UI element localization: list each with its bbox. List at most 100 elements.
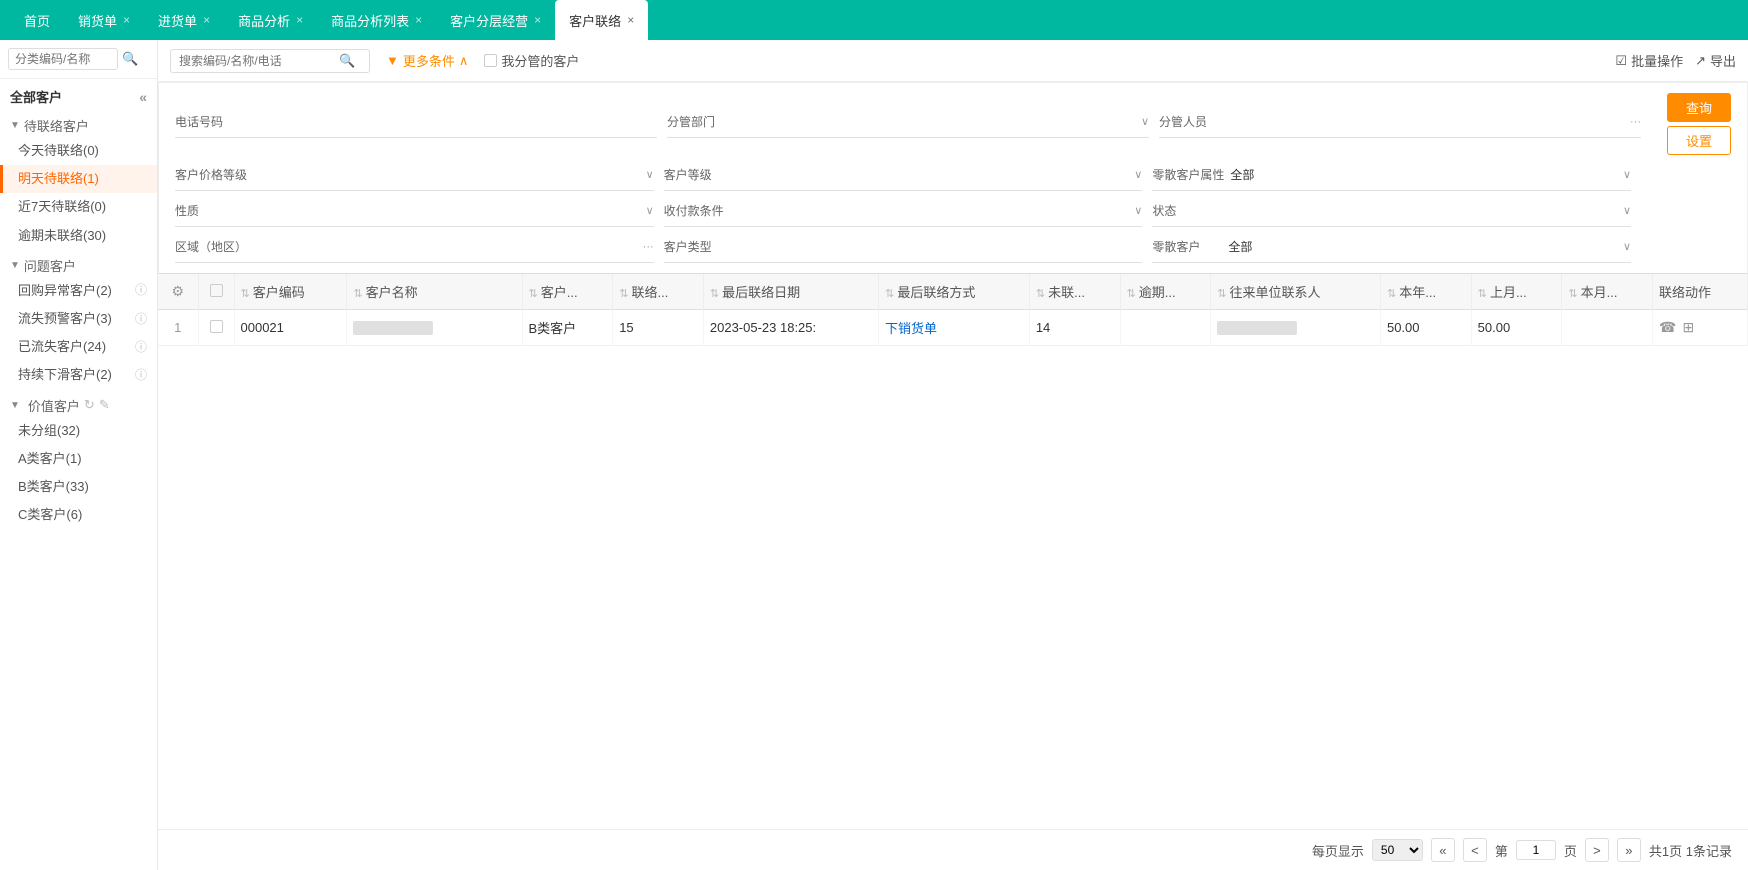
action-phone-icon[interactable]: ☎	[1659, 319, 1676, 336]
sidebar-search-icon[interactable]: 🔍	[122, 51, 138, 67]
price-grade-dropdown-icon[interactable]: ∨	[646, 168, 654, 181]
close-product-analysis-list-icon[interactable]: ×	[415, 13, 422, 27]
col-actions: 联络动作	[1653, 274, 1748, 310]
close-customer-segmentation-icon[interactable]: ×	[534, 13, 541, 27]
last-page-button[interactable]: »	[1617, 838, 1641, 862]
col-overdue[interactable]: 逾期...	[1120, 274, 1211, 310]
filter-region-label: 区域（地区）	[175, 238, 247, 255]
filter-row-4: 区域（地区） ··· 客户类型 零散客户 全部 ∨	[175, 235, 1731, 263]
action-grid-icon[interactable]: ⊞	[1682, 319, 1694, 336]
sidebar-item-tomorrow[interactable]: 明天待联络(1)	[0, 165, 157, 193]
filter-retail-customer: 零散客户 全部 ∨	[1152, 235, 1631, 263]
nature-dropdown-icon[interactable]: ∨	[646, 204, 654, 217]
first-page-button[interactable]: «	[1431, 838, 1455, 862]
nav-purchase[interactable]: 进货单 ×	[144, 0, 224, 40]
filter-nature-label: 性质	[175, 202, 245, 219]
status-dropdown-icon[interactable]: ∨	[1623, 204, 1631, 217]
more-filter-button[interactable]: ▼ 更多条件 ∧	[380, 48, 474, 73]
batch-op-button[interactable]: ☑ 批量操作	[1615, 51, 1683, 70]
pagination: 每页显示 50 10 20 100 « < 第 页 > » 共1页 1条记录	[158, 829, 1748, 870]
select-all-checkbox[interactable]	[210, 284, 223, 297]
group-value-customers[interactable]: 价值客户 ↻ ✎	[0, 390, 157, 417]
sidebar-item-churned[interactable]: 已流失客户(24) ⓘ	[0, 333, 157, 361]
close-purchase-icon[interactable]: ×	[203, 13, 210, 27]
col-last-contact-method[interactable]: 最后联络方式	[879, 274, 1030, 310]
customer-grade-dropdown-icon[interactable]: ∨	[1134, 168, 1142, 181]
filter-action-buttons: 查询 设置	[1667, 93, 1731, 155]
filter-retail-attr-value: 全部	[1230, 166, 1617, 183]
refresh-icon[interactable]: ↻	[84, 397, 95, 413]
toolbar: 🔍 ▼ 更多条件 ∧ 我分管的客户 ☑ 批量操作 ↗ 导出	[158, 40, 1748, 82]
close-sales-icon[interactable]: ×	[123, 13, 130, 27]
next-page-button[interactable]: >	[1585, 838, 1609, 862]
row-select-checkbox[interactable]	[210, 320, 223, 333]
sidebar-search-input[interactable]	[8, 48, 118, 70]
nav-customer-contact[interactable]: 客户联络 ×	[555, 0, 648, 40]
sidebar-item-declining[interactable]: 持续下滑客户(2) ⓘ	[0, 361, 157, 389]
last-contact-method-link[interactable]: 下销货单	[885, 321, 937, 336]
sidebar-item-class-a[interactable]: A类客户(1)	[0, 445, 157, 473]
edit-icon[interactable]: ✎	[99, 397, 110, 413]
my-customers-checkbox[interactable]: 我分管的客户	[484, 51, 579, 70]
col-contact-count[interactable]: 联络...	[613, 274, 704, 310]
top-nav: 首页 销货单 × 进货单 × 商品分析 × 商品分析列表 × 客户分层经营 × …	[0, 0, 1748, 40]
toolbar-search-box: 🔍	[170, 49, 370, 73]
page-number-input[interactable]	[1516, 840, 1556, 860]
row-last-month: 50.00	[1471, 310, 1562, 346]
all-customers-title: 全部客户 «	[0, 79, 157, 110]
payment-dropdown-icon[interactable]: ∨	[1134, 204, 1142, 217]
sidebar-item-class-b[interactable]: B类客户(33)	[0, 473, 157, 501]
nav-customer-segmentation[interactable]: 客户分层经营 ×	[436, 0, 555, 40]
col-customer-type[interactable]: 客户...	[522, 274, 613, 310]
page-unit: 页	[1564, 841, 1577, 860]
col-customer-code[interactable]: 客户编码	[234, 274, 347, 310]
sidebar-item-churn-warning[interactable]: 流失预警客户(3) ⓘ	[0, 305, 157, 333]
nav-sales[interactable]: 销货单 ×	[64, 0, 144, 40]
table-settings-icon[interactable]: ⚙	[171, 283, 184, 299]
total-label: 共1页 1条记录	[1649, 841, 1732, 860]
nav-home[interactable]: 首页	[10, 0, 64, 40]
sidebar: 🔍 全部客户 « 待联络客户 今天待联络(0) 明天待联络(1) 近7天待联络(…	[0, 40, 158, 870]
close-product-analysis-icon[interactable]: ×	[296, 13, 303, 27]
row-unlisted: 14	[1029, 310, 1120, 346]
toolbar-search-input[interactable]	[179, 54, 339, 68]
collapse-icon[interactable]: «	[139, 89, 147, 105]
group-pending-contact[interactable]: 待联络客户	[0, 110, 157, 137]
person-more-icon[interactable]: ···	[1630, 116, 1641, 128]
info-icon-1: ⓘ	[135, 311, 147, 328]
nav-product-analysis-list[interactable]: 商品分析列表 ×	[317, 0, 436, 40]
col-last-month[interactable]: 上月...	[1471, 274, 1562, 310]
sidebar-item-repurchase-anomaly[interactable]: 回购异常客户(2) ⓘ	[0, 277, 157, 305]
region-more-icon[interactable]: ···	[643, 241, 654, 253]
sidebar-item-class-c[interactable]: C类客户(6)	[0, 501, 157, 529]
nav-product-analysis[interactable]: 商品分析 ×	[224, 0, 317, 40]
query-button[interactable]: 查询	[1667, 93, 1731, 122]
col-this-month[interactable]: 本月...	[1562, 274, 1653, 310]
col-last-contact-date[interactable]: 最后联络日期	[703, 274, 878, 310]
col-customer-name[interactable]: 客户名称	[347, 274, 522, 310]
col-settings: ⚙	[158, 274, 198, 310]
col-unlisted[interactable]: 未联...	[1029, 274, 1120, 310]
export-button[interactable]: ↗ 导出	[1695, 51, 1736, 70]
dept-dropdown-icon[interactable]: ∨	[1141, 115, 1149, 128]
toolbar-search-icon[interactable]: 🔍	[339, 53, 355, 69]
customer-name-masked	[353, 321, 433, 335]
col-company-contact[interactable]: 往来单位联系人	[1211, 274, 1381, 310]
prev-page-button[interactable]: <	[1463, 838, 1487, 862]
sidebar-item-7days[interactable]: 近7天待联络(0)	[0, 193, 157, 221]
sidebar-item-today[interactable]: 今天待联络(0)	[0, 137, 157, 165]
sidebar-item-overdue[interactable]: 逾期未联络(30)	[0, 222, 157, 250]
row-customer-name	[347, 310, 522, 346]
company-contact-masked	[1217, 321, 1297, 335]
filter-phone-label: 电话号码	[175, 113, 245, 130]
retail-attr-dropdown-icon[interactable]: ∨	[1623, 168, 1631, 181]
close-customer-contact-icon[interactable]: ×	[627, 13, 634, 27]
col-this-year[interactable]: 本年...	[1380, 274, 1471, 310]
per-page-select[interactable]: 50 10 20 100	[1372, 839, 1423, 861]
toolbar-right: ☑ 批量操作 ↗ 导出	[1615, 51, 1736, 70]
retail-customer-dropdown-icon[interactable]: ∨	[1623, 240, 1631, 253]
filter-customer-type-label: 客户类型	[664, 238, 734, 255]
sidebar-item-ungrouped[interactable]: 未分组(32)	[0, 417, 157, 445]
group-problem-customers[interactable]: 问题客户	[0, 250, 157, 277]
reset-button[interactable]: 设置	[1667, 126, 1731, 155]
